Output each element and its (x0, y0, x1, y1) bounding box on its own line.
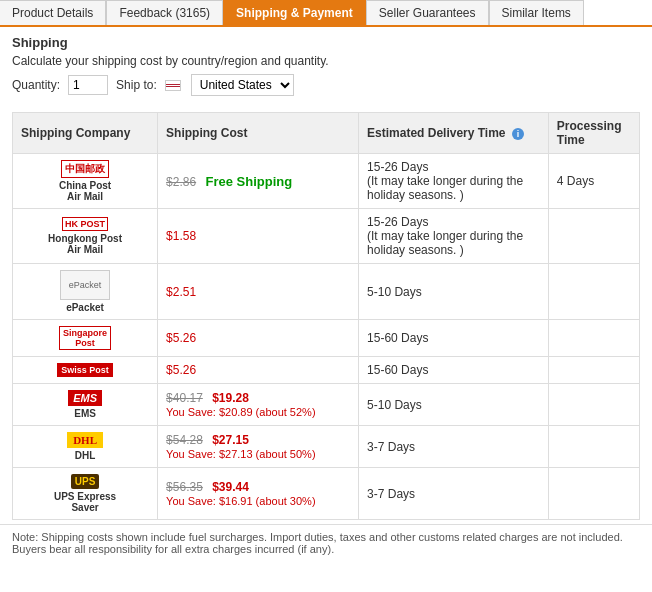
table-row: UPS UPS ExpressSaver $56.35 $39.44 You S… (13, 468, 640, 520)
country-select[interactable]: United States (191, 74, 294, 96)
cost-cell: $2.86 Free Shipping (158, 154, 359, 209)
processing-cell (548, 426, 639, 468)
processing-cell: 4 Days (548, 154, 639, 209)
delivery-cell: 5-10 Days (359, 264, 549, 320)
save-text: You Save: $20.89 (about 52%) (166, 406, 315, 418)
old-price: $2.86 (166, 175, 196, 189)
processing-cell (548, 264, 639, 320)
delivery-cell: 15-26 Days(It may take longer during the… (359, 154, 549, 209)
col-header-delivery: Estimated Delivery Time i (359, 113, 549, 154)
old-price: $54.28 (166, 433, 203, 447)
delivery-cell: 5-10 Days (359, 384, 549, 426)
company-cell: DHL DHL (13, 426, 158, 468)
ups-logo: UPS (71, 474, 100, 489)
shipping-table: Shipping Company Shipping Cost Estimated… (12, 112, 640, 520)
cost-cell: $54.28 $27.15 You Save: $27.13 (about 50… (158, 426, 359, 468)
col-header-processing: Processing Time (548, 113, 639, 154)
company-cell: Swiss Post (13, 357, 158, 384)
company-name: DHL (75, 450, 96, 461)
swisspost-logo: Swiss Post (57, 363, 113, 377)
free-shipping: Free Shipping (205, 174, 292, 189)
quantity-row: Quantity: Ship to: United States (12, 74, 640, 96)
cost-cell: $56.35 $39.44 You Save: $16.91 (about 30… (158, 468, 359, 520)
old-price: $40.17 (166, 391, 203, 405)
table-row: 中国邮政 China PostAir Mail $2.86 Free Shipp… (13, 154, 640, 209)
col-header-company: Shipping Company (13, 113, 158, 154)
cost-cell: $2.51 (158, 264, 359, 320)
price: $5.26 (166, 363, 196, 377)
price: $1.58 (166, 229, 196, 243)
processing-cell (548, 468, 639, 520)
ship-to-label: Ship to: (116, 78, 157, 92)
shipping-table-container: Shipping Company Shipping Cost Estimated… (0, 112, 652, 520)
company-cell: SingaporePost (13, 320, 158, 357)
company-cell: HK POST Hongkong PostAir Mail (13, 209, 158, 264)
company-name: China PostAir Mail (59, 180, 111, 202)
table-row: SingaporePost $5.26 15-60 Days (13, 320, 640, 357)
table-row: EMS EMS $40.17 $19.28 You Save: $20.89 (… (13, 384, 640, 426)
company-name: Hongkong PostAir Mail (48, 233, 122, 255)
processing-cell (548, 357, 639, 384)
section-title: Shipping (12, 35, 640, 50)
processing-cell (548, 384, 639, 426)
tab-shipping-payment[interactable]: Shipping & Payment (223, 0, 366, 25)
save-text: You Save: $27.13 (about 50%) (166, 448, 315, 460)
delivery-cell: 3-7 Days (359, 426, 549, 468)
cost-cell: $40.17 $19.28 You Save: $20.89 (about 52… (158, 384, 359, 426)
cost-cell: $5.26 (158, 320, 359, 357)
info-icon[interactable]: i (512, 128, 524, 140)
delivery-cell: 3-7 Days (359, 468, 549, 520)
new-price: $27.15 (212, 433, 249, 447)
company-cell: EMS EMS (13, 384, 158, 426)
company-name: EMS (74, 408, 96, 419)
cost-cell: $1.58 (158, 209, 359, 264)
new-price: $19.28 (212, 391, 249, 405)
tab-bar: Product Details Feedback (3165) Shipping… (0, 0, 652, 27)
quantity-input[interactable] (68, 75, 108, 95)
tab-product-details[interactable]: Product Details (0, 0, 106, 25)
processing-cell (548, 209, 639, 264)
price: $5.26 (166, 331, 196, 345)
flag-icon (165, 80, 181, 91)
tab-similar-items[interactable]: Similar Items (489, 0, 584, 25)
chinapost-logo: 中国邮政 (61, 160, 109, 178)
dhl-logo: DHL (67, 432, 103, 448)
shipping-note: Note: Shipping costs shown include fuel … (0, 524, 652, 563)
old-price: $56.35 (166, 480, 203, 494)
table-row: DHL DHL $54.28 $27.15 You Save: $27.13 (… (13, 426, 640, 468)
quantity-label: Quantity: (12, 78, 60, 92)
table-row: ePacket ePacket $2.51 5-10 Days (13, 264, 640, 320)
new-price: $39.44 (212, 480, 249, 494)
company-name: UPS ExpressSaver (54, 491, 116, 513)
calc-description: Calculate your shipping cost by country/… (12, 54, 640, 68)
tab-seller-guarantees[interactable]: Seller Guarantees (366, 0, 489, 25)
epacket-logo: ePacket (60, 270, 110, 300)
delivery-cell: 15-60 Days (359, 320, 549, 357)
company-cell: UPS UPS ExpressSaver (13, 468, 158, 520)
delivery-cell: 15-60 Days (359, 357, 549, 384)
hkpost-logo: HK POST (62, 217, 108, 231)
table-row: HK POST Hongkong PostAir Mail $1.58 15-2… (13, 209, 640, 264)
ems-logo: EMS (68, 390, 102, 406)
company-cell: ePacket ePacket (13, 264, 158, 320)
processing-cell (548, 320, 639, 357)
tab-feedback[interactable]: Feedback (3165) (106, 0, 223, 25)
table-row: Swiss Post $5.26 15-60 Days (13, 357, 640, 384)
shipping-section: Shipping Calculate your shipping cost by… (0, 27, 652, 108)
company-name: ePacket (66, 302, 104, 313)
sgpost-logo: SingaporePost (59, 326, 111, 350)
save-text: You Save: $16.91 (about 30%) (166, 495, 315, 507)
delivery-cell: 15-26 Days(It may take longer during the… (359, 209, 549, 264)
col-header-cost: Shipping Cost (158, 113, 359, 154)
cost-cell: $5.26 (158, 357, 359, 384)
company-cell: 中国邮政 China PostAir Mail (13, 154, 158, 209)
price: $2.51 (166, 285, 196, 299)
